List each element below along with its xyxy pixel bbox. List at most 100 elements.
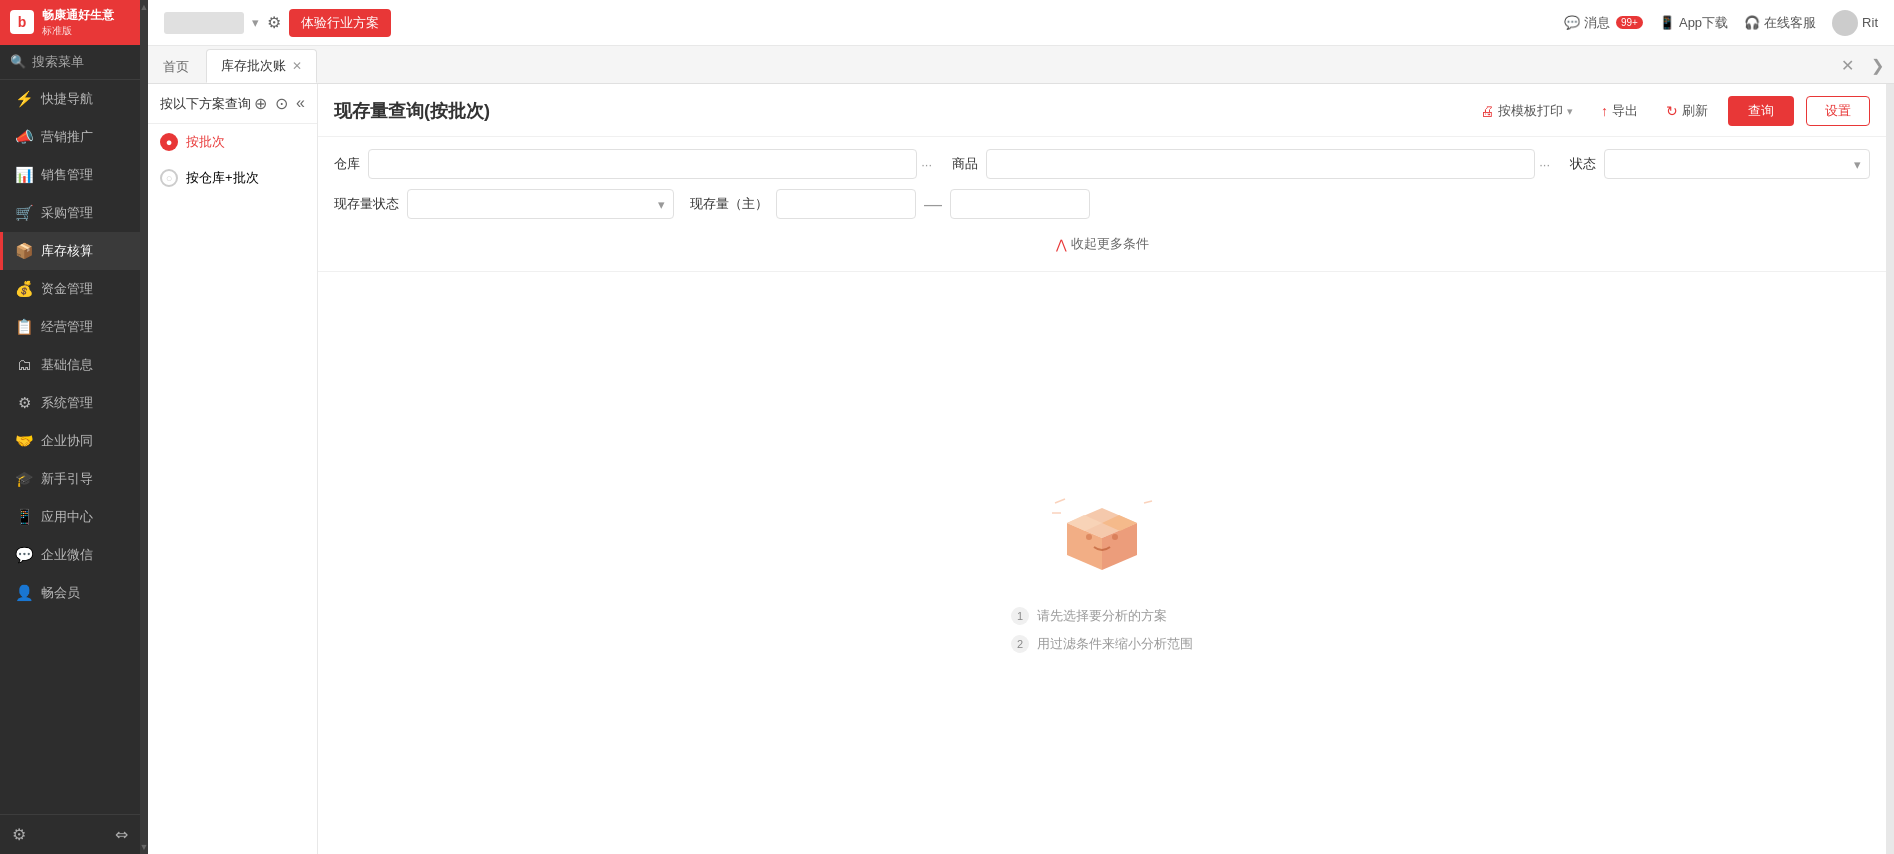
app-download-icon: 📱	[1659, 15, 1675, 30]
sidebar-item-purchase[interactable]: 🛒 采购管理	[0, 194, 140, 232]
status-select[interactable]: ▾	[1604, 149, 1870, 179]
stock-status-label: 现存量状态	[334, 195, 399, 213]
sidebar-item-system[interactable]: ⚙ 系统管理	[0, 384, 140, 422]
sidebar-item-finance[interactable]: 💰 资金管理	[0, 270, 140, 308]
print-btn[interactable]: 🖨 按模板打印 ▾	[1472, 98, 1581, 124]
empty-tip-2: 2 用过滤条件来缩小分析范围	[1011, 635, 1193, 653]
set-button[interactable]: 设置	[1806, 96, 1870, 126]
empty-state: 1 请先选择要分析的方案 2 用过滤条件来缩小分析范围	[318, 272, 1886, 854]
topbar-brand-placeholder	[164, 12, 244, 34]
empty-illustration	[1047, 473, 1157, 583]
left-panel: 按以下方案查询 ⊕ ⊙ « ● 按批次 ○ 按仓库+批次	[148, 84, 318, 854]
sidebar-item-inventory[interactable]: 📦 库存核算	[0, 232, 140, 270]
print-dropdown-icon[interactable]: ▾	[1567, 105, 1573, 118]
app-download-action[interactable]: 📱 App下载	[1659, 14, 1728, 32]
warehouse-label: 仓库	[334, 155, 360, 173]
warehouse-input[interactable]	[368, 149, 917, 179]
right-panel: 现存量查询(按批次) 🖨 按模板打印 ▾ ↑ 导出 ↻ 刷新	[318, 84, 1886, 854]
operations-icon: 📋	[15, 318, 33, 336]
right-scrollbar-track	[1886, 84, 1894, 854]
purchase-icon: 🛒	[15, 204, 33, 222]
empty-tip-1: 1 请先选择要分析的方案	[1011, 607, 1193, 625]
goods-label: 商品	[952, 155, 978, 173]
logo-icon: b	[10, 10, 34, 34]
tab-bar: 首页 库存批次账 ✕ ✕ ❯	[148, 46, 1894, 84]
topbar-right: 💬 消息 99+ 📱 App下载 🎧 在线客服 Rit	[1564, 10, 1878, 36]
sidebar-item-operations[interactable]: 📋 经营管理	[0, 308, 140, 346]
stock-qty-max-input[interactable]	[950, 189, 1090, 219]
print-icon: 🖨	[1480, 103, 1494, 119]
svg-line-9	[1144, 501, 1152, 503]
sidebar-item-quick-nav[interactable]: ⚡ 快捷导航	[0, 80, 140, 118]
experience-btn[interactable]: 体验行业方案	[289, 9, 391, 37]
sidebar-nav: ⚡ 快捷导航 📣 营销推广 📊 销售管理 🛒 采购管理 📦 库存核算 💰 资金管…	[0, 80, 140, 814]
tab-bar-close-icon[interactable]: ✕	[1841, 55, 1854, 74]
settings-plan-icon[interactable]: ⊙	[275, 94, 288, 113]
collapse-panel-icon[interactable]: «	[296, 94, 305, 113]
filter-row-2: 现存量状态 ▾ 现存量（主） —	[334, 189, 1870, 219]
tab-inventory-batch[interactable]: 库存批次账 ✕	[206, 49, 317, 83]
page-title-bar: 现存量查询(按批次) 🖨 按模板打印 ▾ ↑ 导出 ↻ 刷新	[318, 84, 1886, 137]
query-button[interactable]: 查询	[1728, 96, 1794, 126]
sidebar-item-collab[interactable]: 🤝 企业协同	[0, 422, 140, 460]
sidebar-item-vip[interactable]: 👤 畅会员	[0, 574, 140, 612]
sidebar-item-enterprise-wechat[interactable]: 💬 企业微信	[0, 536, 140, 574]
sidebar-item-new-user[interactable]: 🎓 新手引导	[0, 460, 140, 498]
sidebar: b 畅康通好生意 标准版 🔍 搜索菜单 ⚡ 快捷导航 📣 营销推广 📊 销售管理…	[0, 0, 140, 854]
empty-tips: 1 请先选择要分析的方案 2 用过滤条件来缩小分析范围	[1011, 607, 1193, 653]
message-icon: 💬	[1564, 15, 1580, 30]
page-title: 现存量查询(按批次)	[334, 99, 490, 123]
filter-area: 仓库 ··· 商品 ··· 状态 ▾	[318, 137, 1886, 272]
sidebar-search[interactable]: 🔍 搜索菜单	[0, 45, 140, 80]
topbar-gear-icon[interactable]: ⚙	[267, 13, 281, 32]
user-avatar	[1832, 10, 1858, 36]
refresh-icon: ↻	[1666, 103, 1678, 119]
tab-home[interactable]: 首页	[148, 49, 204, 83]
quick-nav-icon: ⚡	[15, 90, 33, 108]
sidebar-item-app-center[interactable]: 📱 应用中心	[0, 498, 140, 536]
basic-info-icon: 🗂	[15, 356, 33, 374]
vip-icon: 👤	[15, 584, 33, 602]
user-profile[interactable]: Rit	[1832, 10, 1878, 36]
tip-num-2: 2	[1011, 635, 1029, 653]
page-title-actions: 🖨 按模板打印 ▾ ↑ 导出 ↻ 刷新 查询 设置	[1472, 96, 1870, 126]
export-btn[interactable]: ↑ 导出	[1593, 98, 1646, 124]
settings-gear-icon[interactable]: ⚙	[12, 825, 26, 844]
sidebar-item-marketing[interactable]: 📣 营销推广	[0, 118, 140, 156]
warehouse-more-btn[interactable]: ···	[917, 157, 936, 172]
svg-line-7	[1055, 499, 1065, 503]
sidebar-header: b 畅康通好生意 标准版	[0, 0, 140, 45]
stock-status-select[interactable]: ▾	[407, 189, 674, 219]
collapse-sidebar-icon[interactable]: ⇔	[115, 825, 128, 844]
plan-dot-inactive: ○	[160, 169, 178, 187]
app-center-icon: 📱	[15, 508, 33, 526]
online-service-action[interactable]: 🎧 在线客服	[1744, 14, 1816, 32]
collapse-icon: ⋀	[1056, 237, 1067, 252]
sidebar-item-sales[interactable]: 📊 销售管理	[0, 156, 140, 194]
plan-item-batch[interactable]: ● 按批次	[148, 124, 317, 160]
plan-item-warehouse-batch[interactable]: ○ 按仓库+批次	[148, 160, 317, 196]
message-action[interactable]: 💬 消息 99+	[1564, 14, 1643, 32]
status-filter-group: 状态 ▾	[1570, 149, 1870, 179]
message-badge: 99+	[1616, 16, 1643, 29]
stock-status-dropdown-icon: ▾	[658, 197, 665, 212]
refresh-btn[interactable]: ↻ 刷新	[1658, 98, 1716, 124]
svg-point-5	[1086, 534, 1092, 540]
wechat-icon: 💬	[15, 546, 33, 564]
new-user-icon: 🎓	[15, 470, 33, 488]
stock-qty-min-input[interactable]	[776, 189, 916, 219]
topbar-dropdown-icon[interactable]: ▾	[252, 15, 259, 30]
tab-bar-right-icon[interactable]: ❯	[1871, 55, 1884, 74]
filter-collapse[interactable]: ⋀ 收起更多条件	[334, 229, 1870, 259]
marketing-icon: 📣	[15, 128, 33, 146]
add-plan-icon[interactable]: ⊕	[254, 94, 267, 113]
goods-more-btn[interactable]: ···	[1535, 157, 1554, 172]
page-content: 按以下方案查询 ⊕ ⊙ « ● 按批次 ○ 按仓库+批次 现存量查询(按批次)	[148, 84, 1894, 854]
stock-qty-filter-group: 现存量（主） —	[690, 189, 1110, 219]
sidebar-item-basic-info[interactable]: 🗂 基础信息	[0, 346, 140, 384]
goods-input[interactable]	[986, 149, 1535, 179]
finance-icon: 💰	[15, 280, 33, 298]
tab-close-icon[interactable]: ✕	[292, 59, 302, 73]
sidebar-scrollbar: ▲ ▼	[140, 0, 148, 854]
system-icon: ⚙	[15, 394, 33, 412]
